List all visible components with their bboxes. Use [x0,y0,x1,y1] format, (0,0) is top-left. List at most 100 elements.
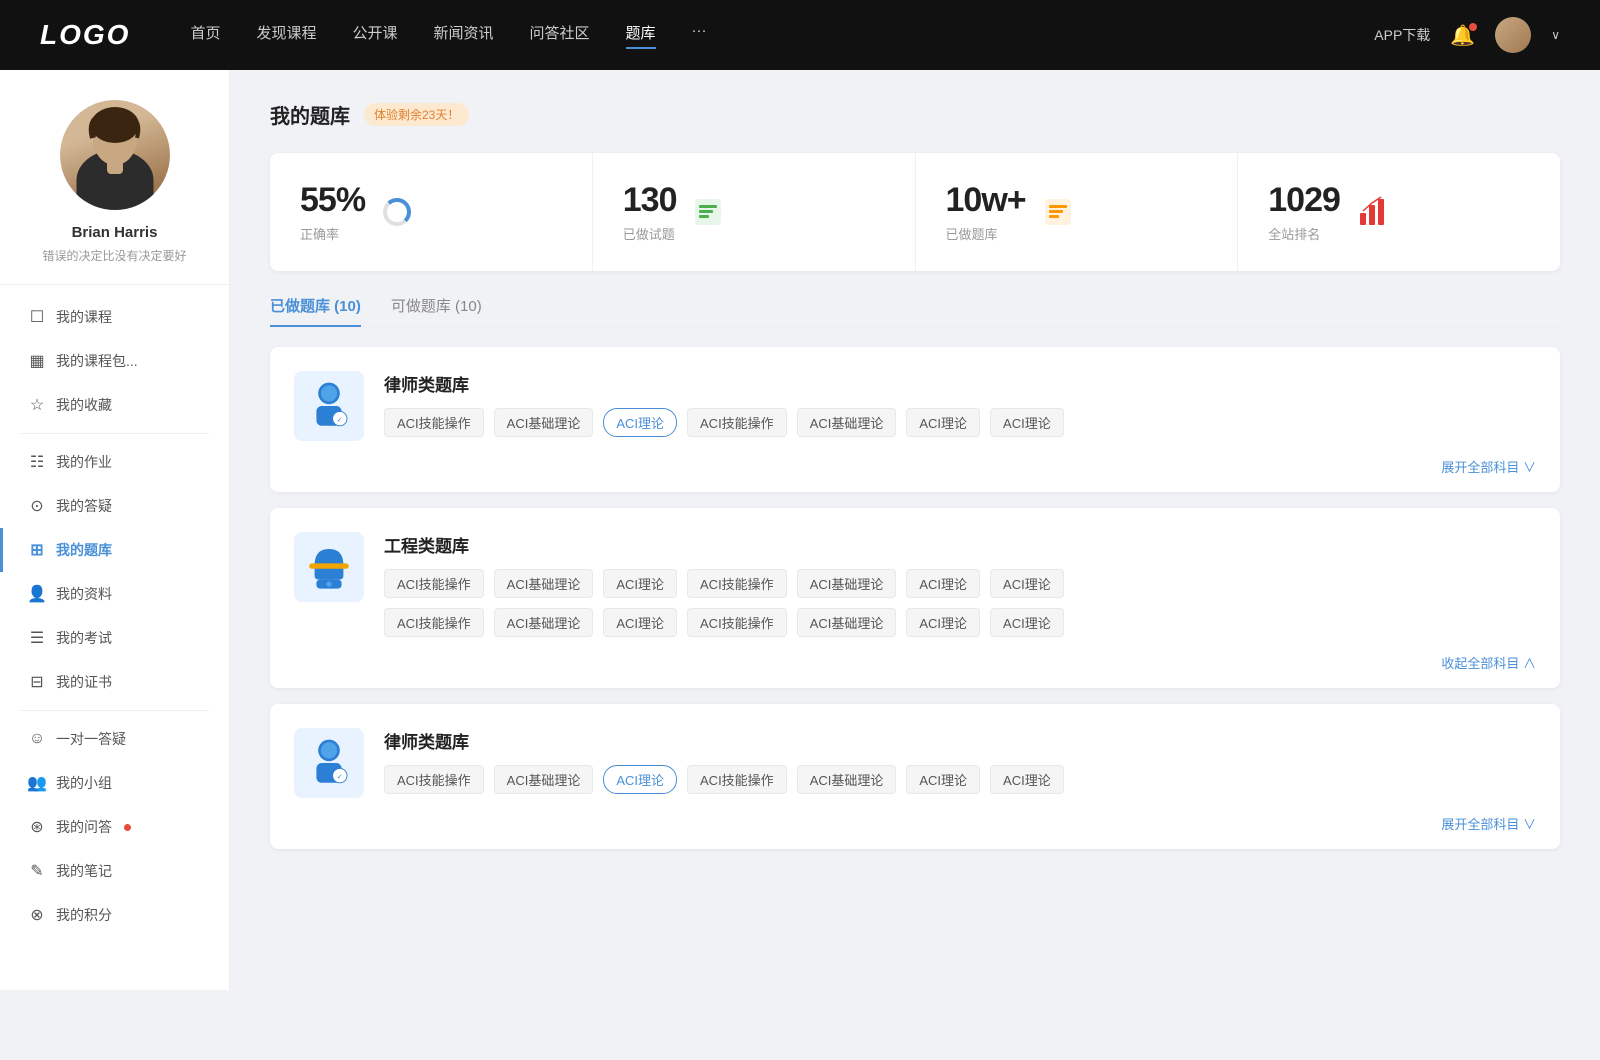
stat-questions-value: 130 [623,181,677,220]
tag-3-1[interactable]: ACI技能操作 [384,765,484,794]
sidebar-label-homework: 我的作业 [56,452,112,472]
tag-2-5[interactable]: ACI基础理论 [797,569,897,598]
stat-accuracy-value: 55% [300,181,365,220]
tag-1-4[interactable]: ACI技能操作 [687,408,787,437]
sidebar-item-course[interactable]: ☐ 我的课程 [0,295,229,339]
nav-home[interactable]: 首页 [190,22,220,49]
sidebar-menu: ☐ 我的课程 ▦ 我的课程包... ☆ 我的收藏 ☷ 我的作业 ⊙ 我的答疑 ⊞ [0,285,229,947]
sidebar-item-profile[interactable]: 👤 我的资料 [0,572,229,616]
engineer-icon-svg [302,540,356,594]
tag-3-4[interactable]: ACI技能操作 [687,765,787,794]
sidebar-item-exam[interactable]: ☰ 我的考试 [0,616,229,660]
sidebar-item-course-pack[interactable]: ▦ 我的课程包... [0,339,229,383]
tag-3-6[interactable]: ACI理论 [906,765,980,794]
sidebar-item-question-bank[interactable]: ⊞ 我的题库 [0,528,229,572]
sidebar-item-points[interactable]: ⊗ 我的积分 [0,893,229,937]
tag-2-7[interactable]: ACI理论 [990,569,1064,598]
stat-accuracy-label: 正确率 [300,224,365,243]
user-avatar[interactable] [1495,17,1531,53]
tag-2-s1[interactable]: ACI技能操作 [384,608,484,637]
tag-2-2[interactable]: ACI基础理论 [494,569,594,598]
tag-2-s4[interactable]: ACI技能操作 [687,608,787,637]
tag-2-3[interactable]: ACI理论 [603,569,677,598]
lawyer-icon-svg-1: ✓ [302,379,356,433]
profile-name: Brian Harris [72,224,158,241]
logo: LOGO [40,19,130,51]
sidebar-item-favorites[interactable]: ☆ 我的收藏 [0,383,229,427]
bank-card-2-content: 工程类题库 ACI技能操作 ACI基础理论 ACI理论 ACI技能操作 ACI基… [384,532,1536,637]
list-orange-icon [1040,194,1076,230]
expand-btn-1[interactable]: 展开全部科目 ∨ [1441,457,1536,476]
list-green-icon [690,194,726,230]
stat-questions-content: 130 已做试题 [623,181,677,243]
nav-discover[interactable]: 发现课程 [256,22,316,49]
star-icon: ☆ [28,396,46,414]
sidebar-item-certificate[interactable]: ⊟ 我的证书 [0,660,229,704]
qa-icon: ⊛ [28,818,46,836]
tag-1-1[interactable]: ACI技能操作 [384,408,484,437]
bar-red-icon [1354,194,1390,230]
tag-2-s5[interactable]: ACI基础理论 [797,608,897,637]
notification-bell[interactable]: 🔔 [1450,23,1475,48]
profile-motto: 错误的决定比没有决定要好 [42,247,186,264]
tag-1-7[interactable]: ACI理论 [990,408,1064,437]
chat-icon: ☺ [28,730,46,748]
points-icon: ⊗ [28,906,46,924]
tag-2-6[interactable]: ACI理论 [906,569,980,598]
page-wrapper: Brian Harris 错误的决定比没有决定要好 ☐ 我的课程 ▦ 我的课程包… [0,70,1600,990]
sidebar-item-group[interactable]: 👥 我的小组 [0,761,229,805]
sidebar-divider-2 [20,710,209,711]
sidebar-item-one-on-one[interactable]: ☺ 一对一答疑 [0,717,229,761]
group-icon: 👥 [28,774,46,792]
tag-1-5[interactable]: ACI基础理论 [797,408,897,437]
bank-card-3-content: 律师类题库 ACI技能操作 ACI基础理论 ACI理论 ACI技能操作 ACI基… [384,728,1536,794]
sidebar-item-my-qa[interactable]: ⊛ 我的问答 [0,805,229,849]
sidebar-item-homework[interactable]: ☷ 我的作业 [0,440,229,484]
tag-1-6[interactable]: ACI理论 [906,408,980,437]
sidebar-label-one-on-one: 一对一答疑 [56,729,126,749]
tab-available[interactable]: 可做题库 (10) [391,295,482,326]
stats-row: 55% 正确率 130 已做试题 [270,153,1560,271]
people-icon: 👤 [28,585,46,603]
collapse-btn-2[interactable]: 收起全部科目 ∧ [1441,653,1536,672]
navbar: LOGO 首页 发现课程 公开课 新闻资讯 问答社区 题库 ··· APP下载 … [0,0,1600,70]
tag-2-4[interactable]: ACI技能操作 [687,569,787,598]
tag-2-s6[interactable]: ACI理论 [906,608,980,637]
main-content: 我的题库 体验剩余23天！ 55% 正确率 [230,70,1600,990]
tag-3-7[interactable]: ACI理论 [990,765,1064,794]
profile-avatar-img [60,100,170,210]
stat-questions-label: 已做试题 [623,224,677,243]
nav-news[interactable]: 新闻资讯 [434,22,494,49]
bank-card-3-title: 律师类题库 [384,728,1536,753]
sidebar-profile: Brian Harris 错误的决定比没有决定要好 [0,100,229,285]
tag-3-5[interactable]: ACI基础理论 [797,765,897,794]
trial-badge: 体验剩余23天！ [364,103,469,126]
tag-1-2[interactable]: ACI基础理论 [494,408,594,437]
bank-icon-lawyer-1: ✓ [294,371,364,441]
tag-2-1[interactable]: ACI技能操作 [384,569,484,598]
navbar-right: APP下载 🔔 ∨ [1374,17,1560,53]
bank-card-2-header: 工程类题库 ACI技能操作 ACI基础理论 ACI理论 ACI技能操作 ACI基… [294,532,1536,637]
tag-1-3-active[interactable]: ACI理论 [603,408,677,437]
sidebar-item-notes[interactable]: ✎ 我的笔记 [0,849,229,893]
bank-card-3-tags: ACI技能操作 ACI基础理论 ACI理论 ACI技能操作 ACI基础理论 AC… [384,765,1536,794]
tag-2-s3[interactable]: ACI理论 [603,608,677,637]
tag-2-s7[interactable]: ACI理论 [990,608,1064,637]
nav-open-course[interactable]: 公开课 [352,22,397,49]
tab-done[interactable]: 已做题库 (10) [270,295,361,326]
nav-qa[interactable]: 问答社区 [530,22,590,49]
user-menu-chevron[interactable]: ∨ [1551,28,1560,42]
notification-dot [1469,23,1477,31]
sidebar-item-qa-answer[interactable]: ⊙ 我的答疑 [0,484,229,528]
app-download-link[interactable]: APP下载 [1374,25,1430,45]
nav-question-bank[interactable]: 题库 [626,22,656,49]
lawyer-icon-svg-3: ✓ [302,736,356,790]
sidebar-label-question-bank: 我的题库 [56,540,112,560]
tag-3-2[interactable]: ACI基础理论 [494,765,594,794]
page-title: 我的题库 [270,100,350,129]
tag-3-3-active[interactable]: ACI理论 [603,765,677,794]
nav-more[interactable]: ··· [692,22,707,49]
expand-btn-3[interactable]: 展开全部科目 ∨ [1441,814,1536,833]
stat-banks-value: 10w+ [946,181,1026,220]
tag-2-s2[interactable]: ACI基础理论 [494,608,594,637]
